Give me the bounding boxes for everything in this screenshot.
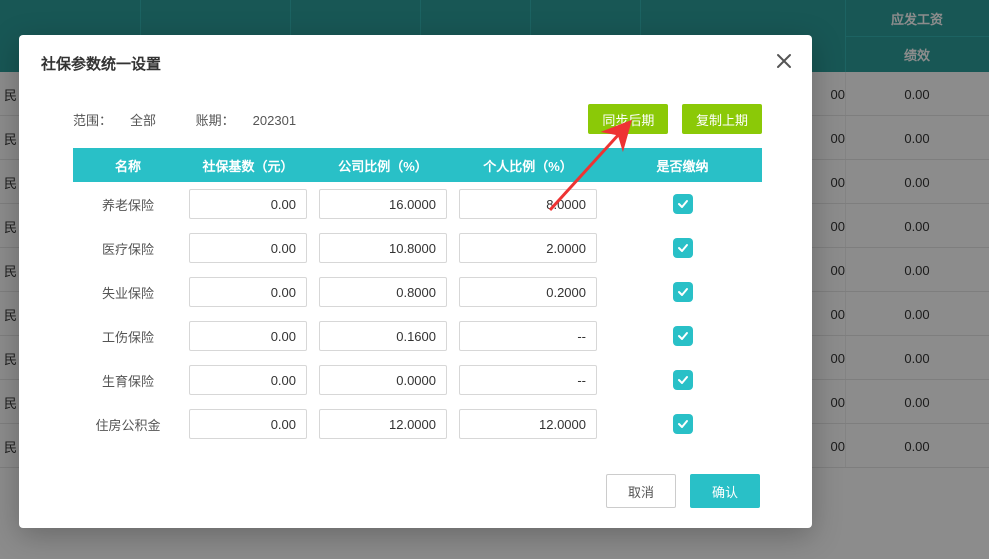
confirm-button[interactable]: 确认 [690, 474, 760, 508]
close-button[interactable] [772, 49, 796, 73]
table-header: 名称 社保基数（元） 公司比例（%） 个人比例（%） 是否缴纳 [73, 148, 762, 182]
table-row: 养老保险 [73, 182, 762, 226]
scope-label: 范围： [73, 113, 112, 128]
period-label: 账期： [196, 113, 235, 128]
base-input[interactable] [189, 233, 307, 263]
check-icon [677, 242, 689, 254]
close-icon [776, 53, 792, 69]
col-base: 社保基数（元） [183, 156, 313, 175]
table-row: 住房公积金 [73, 402, 762, 446]
personal-rate-input[interactable] [459, 409, 597, 439]
table-row: 生育保险 [73, 358, 762, 402]
pay-checkbox[interactable] [673, 282, 693, 302]
cancel-button[interactable]: 取消 [606, 474, 676, 508]
period-value: 202301 [253, 113, 296, 128]
scope-value: 全部 [130, 113, 156, 128]
table-row: 医疗保险 [73, 226, 762, 270]
table-row: 失业保险 [73, 270, 762, 314]
row-name: 养老保险 [73, 195, 183, 214]
company-rate-input[interactable] [319, 409, 447, 439]
pay-checkbox[interactable] [673, 194, 693, 214]
modal-title: 社保参数统一设置 [41, 53, 790, 74]
personal-rate-input[interactable] [459, 365, 597, 395]
check-icon [677, 286, 689, 298]
col-name: 名称 [73, 156, 183, 175]
insurance-table: 名称 社保基数（元） 公司比例（%） 个人比例（%） 是否缴纳 养老保险医疗保险… [73, 148, 762, 446]
copy-previous-button[interactable]: 复制上期 [682, 104, 762, 134]
row-name: 医疗保险 [73, 239, 183, 258]
personal-rate-input[interactable] [459, 277, 597, 307]
social-insurance-settings-modal: 社保参数统一设置 范围： 全部 账期： 202301 同步后期 复制上期 名称 社保… [19, 35, 812, 528]
check-icon [677, 198, 689, 210]
pay-checkbox[interactable] [673, 326, 693, 346]
company-rate-input[interactable] [319, 321, 447, 351]
row-name: 失业保险 [73, 283, 183, 302]
company-rate-input[interactable] [319, 233, 447, 263]
col-pay: 是否缴纳 [603, 156, 762, 175]
personal-rate-input[interactable] [459, 233, 597, 263]
personal-rate-input[interactable] [459, 321, 597, 351]
pay-checkbox[interactable] [673, 414, 693, 434]
base-input[interactable] [189, 409, 307, 439]
base-input[interactable] [189, 189, 307, 219]
scope-info: 范围： 全部 账期： 202301 [73, 110, 332, 129]
col-personal: 个人比例（%） [453, 156, 603, 175]
company-rate-input[interactable] [319, 189, 447, 219]
company-rate-input[interactable] [319, 365, 447, 395]
check-icon [677, 330, 689, 342]
base-input[interactable] [189, 365, 307, 395]
col-company: 公司比例（%） [313, 156, 453, 175]
table-row: 工伤保险 [73, 314, 762, 358]
base-input[interactable] [189, 277, 307, 307]
pay-checkbox[interactable] [673, 238, 693, 258]
sync-later-button[interactable]: 同步后期 [588, 104, 668, 134]
row-name: 工伤保险 [73, 327, 183, 346]
check-icon [677, 418, 689, 430]
check-icon [677, 374, 689, 386]
row-name: 住房公积金 [73, 415, 183, 434]
pay-checkbox[interactable] [673, 370, 693, 390]
base-input[interactable] [189, 321, 307, 351]
company-rate-input[interactable] [319, 277, 447, 307]
personal-rate-input[interactable] [459, 189, 597, 219]
row-name: 生育保险 [73, 371, 183, 390]
